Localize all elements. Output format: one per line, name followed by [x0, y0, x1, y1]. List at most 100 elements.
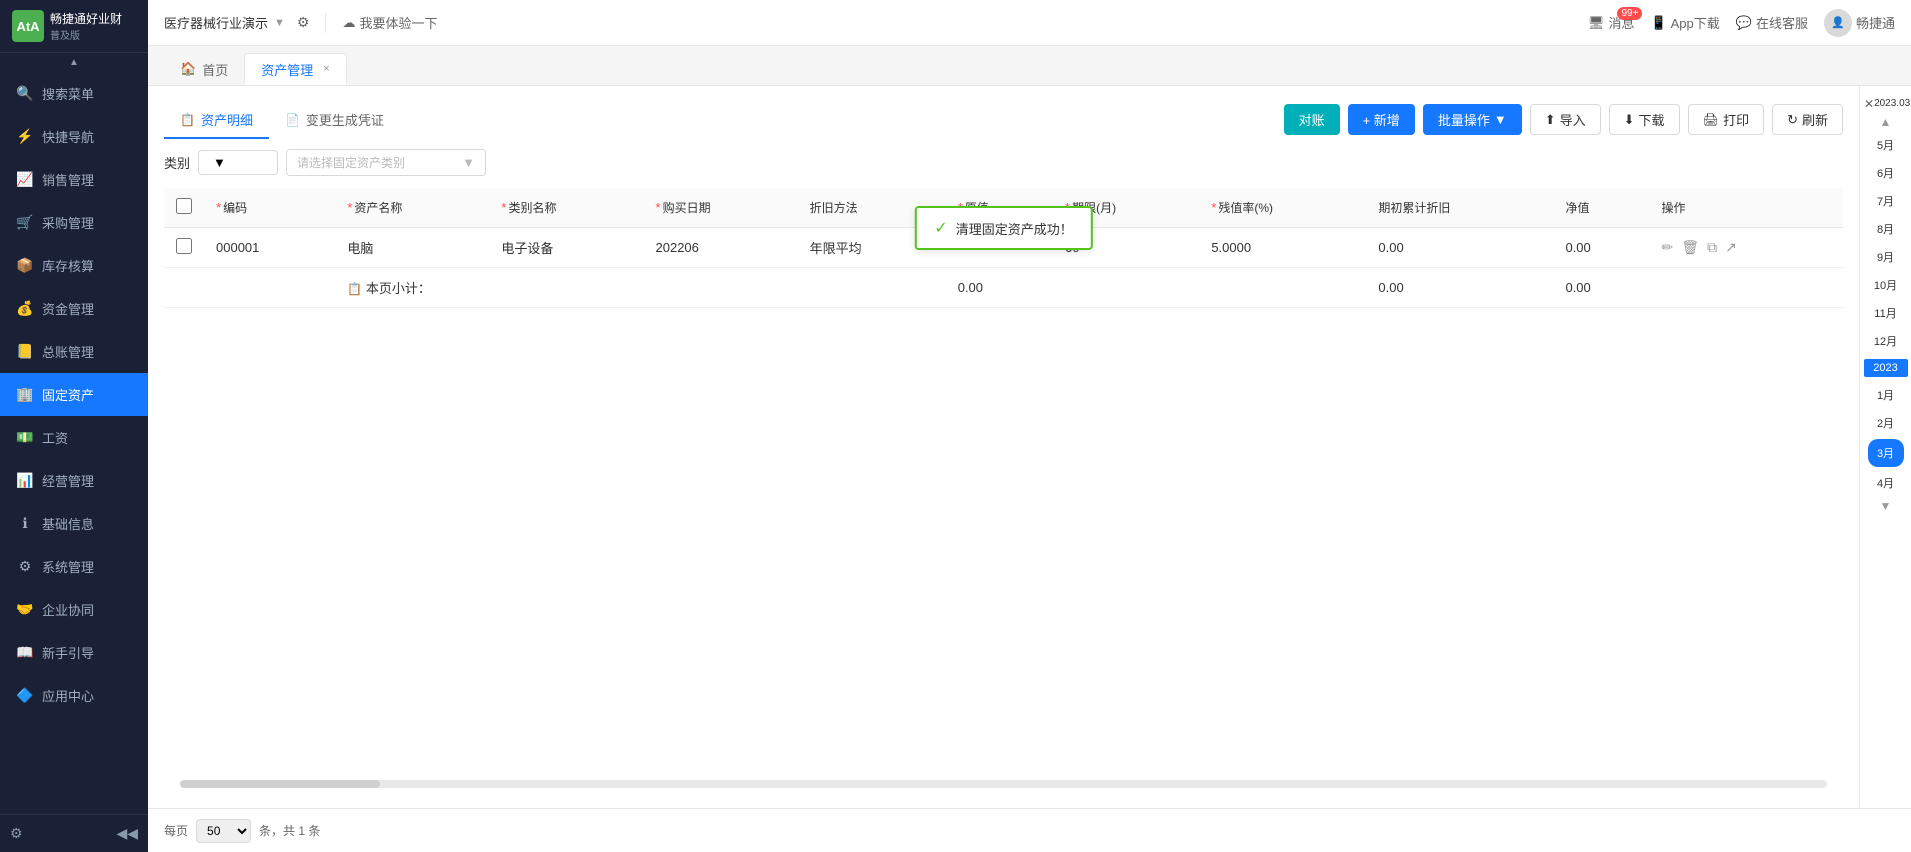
message-button[interactable]: 🖥 消息 99+: [1588, 13, 1635, 32]
subtab-bar: 📋 资产明细 📄 变更生成凭证 对账 + 新增 批量操作: [164, 102, 1843, 137]
bottom-bar: 每页 50 100 200 条，共 1 条: [148, 808, 1911, 852]
month-item-1月[interactable]: 1月: [1864, 381, 1908, 409]
sidebar-item-guide[interactable]: 📖新手引导: [0, 631, 148, 674]
sidebar-item-label: 搜索菜单: [42, 84, 94, 103]
th-code: *编码: [204, 188, 335, 228]
new-button[interactable]: + 新增: [1348, 104, 1415, 135]
row-checkbox-cell: [164, 228, 204, 268]
row-code: 000001: [204, 228, 335, 268]
month-item-2月[interactable]: 2月: [1864, 409, 1908, 437]
sidebar-item-quick-nav[interactable]: ⚡快捷导航: [0, 115, 148, 158]
th-net-value: 净值: [1553, 188, 1649, 228]
month-item-8月[interactable]: 8月: [1864, 215, 1908, 243]
month-item-7月[interactable]: 7月: [1864, 187, 1908, 215]
edit-icon[interactable]: ✏: [1662, 239, 1674, 256]
sidebar-item-payroll[interactable]: 💵工资: [0, 416, 148, 459]
user-menu[interactable]: 👤 畅捷通: [1824, 9, 1895, 37]
month-item-4月[interactable]: 4月: [1864, 469, 1908, 497]
right-panel-close-icon[interactable]: ✕: [1864, 97, 1874, 111]
sidebar-item-app-center[interactable]: 🔷应用中心: [0, 674, 148, 717]
fixed-assets-icon: 🏢: [16, 386, 34, 403]
per-page-label: 每页: [164, 822, 188, 839]
subtab-change-voucher[interactable]: 📄 变更生成凭证: [269, 102, 400, 139]
month-item-5月[interactable]: 5月: [1864, 131, 1908, 159]
th-residual-rate: *残值率(%): [1199, 188, 1366, 228]
company-selector[interactable]: 医疗器械行业演示 ▼: [164, 13, 285, 32]
scrollbar-thumb: [180, 780, 380, 788]
import-button[interactable]: ⬆ 导入: [1530, 104, 1601, 135]
sidebar-item-inventory[interactable]: 📦 库存核算: [0, 244, 148, 287]
per-page-select[interactable]: 50 100 200: [196, 819, 251, 843]
sidebar-item-operations[interactable]: 📊经营管理: [0, 459, 148, 502]
copy-icon[interactable]: ⧉: [1707, 239, 1717, 256]
asset-tab-label: 资产管理: [261, 60, 313, 79]
company-name: 医疗器械行业演示: [164, 13, 268, 32]
category-filter-label: 类别: [164, 153, 190, 172]
sidebar-item-general-ledger[interactable]: 📒总账管理: [0, 330, 148, 373]
sidebar-item-cooperation[interactable]: 🤝企业协同: [0, 588, 148, 631]
subtotal-label-cell: [164, 268, 335, 308]
system-icon: ⚙: [16, 558, 34, 575]
message-badge: 99+: [1617, 7, 1642, 20]
sidebar-item-label: 采购管理: [42, 213, 94, 232]
reconcile-button[interactable]: 对账: [1284, 104, 1340, 135]
import-icon: ⬆: [1545, 112, 1556, 128]
category-type-select[interactable]: 请选择固定资产类别 ▼: [286, 149, 486, 176]
delete-icon[interactable]: 🗑: [1681, 239, 1699, 256]
table-container: *编码 *资产名称 *类别名称 *购买日期 折旧方法 *原值 *期限(月) *残…: [164, 188, 1843, 776]
select-all-checkbox[interactable]: [176, 198, 192, 214]
subtab-asset-detail[interactable]: 📋 资产明细: [164, 102, 269, 139]
right-panel-down-nav[interactable]: ▼: [1880, 497, 1892, 515]
total-label: 条，共 1 条: [259, 822, 320, 839]
sidebar-item-label: 企业协同: [42, 600, 94, 619]
month-item-12月[interactable]: 12月: [1864, 327, 1908, 355]
online-service-button[interactable]: 💬 在线客服: [1736, 13, 1808, 32]
sidebar-item-purchase[interactable]: 🛒采购管理: [0, 201, 148, 244]
horizontal-scrollbar[interactable]: [180, 780, 1827, 788]
service-icon: 💬: [1736, 15, 1752, 31]
toast-message: 清理固定资产成功！: [956, 219, 1073, 238]
tab-asset-management[interactable]: 资产管理 ×: [244, 53, 346, 85]
row-net-value: 0.00: [1553, 228, 1649, 268]
download-button[interactable]: ⬇ 下载: [1609, 104, 1680, 135]
month-item-6月[interactable]: 6月: [1864, 159, 1908, 187]
toolbar: 对账 + 新增 批量操作 ▼ ⬆ 导入 ⬇ 下载: [1284, 104, 1843, 135]
right-panel-up-nav[interactable]: ▲: [1880, 113, 1892, 131]
app-download-button[interactable]: 📱 App下载: [1650, 13, 1719, 32]
batch-button[interactable]: 批量操作 ▼: [1423, 104, 1522, 135]
sidebar-item-label: 库存核算: [42, 256, 94, 275]
subtotal-actions: [1650, 268, 1843, 308]
tab-home[interactable]: 🏠 首页: [164, 53, 244, 85]
sidebar-item-label: 系统管理: [42, 557, 94, 576]
month-item-3月[interactable]: 3月: [1868, 439, 1904, 467]
experience-text: 我要体验一下: [359, 13, 437, 32]
sidebar-item-system[interactable]: ⚙ 系统管理: [0, 545, 148, 588]
main-area: 医疗器械行业演示 ▼ ⚙ ☁ 我要体验一下 🖥 消息 99+ 📱 App下载 💬…: [148, 0, 1911, 852]
sidebar-item-fixed-assets[interactable]: 🏢固定资产: [0, 373, 148, 416]
row-checkbox-0[interactable]: [176, 238, 192, 254]
more-icon[interactable]: ↗: [1725, 239, 1737, 256]
experience-link[interactable]: ☁ 我要体验一下: [342, 13, 437, 32]
print-button[interactable]: 🖨 打印: [1688, 104, 1765, 135]
tabbar: 🏠 首页 资产管理 ×: [148, 46, 1911, 86]
company-settings-icon[interactable]: ⚙: [297, 14, 310, 31]
collapse-icon[interactable]: ◀◀: [116, 825, 138, 842]
content-main: 📋 资产明细 📄 变更生成凭证 对账 + 新增 批量操作: [148, 86, 1859, 808]
sidebar-item-search[interactable]: 🔍搜索菜单: [0, 72, 148, 115]
settings-icon[interactable]: ⚙: [10, 825, 23, 842]
toast-success-icon: ✓: [934, 218, 947, 238]
sidebar-item-sales[interactable]: 📈销售管理: [0, 158, 148, 201]
month-item-10月[interactable]: 10月: [1864, 271, 1908, 299]
category-select[interactable]: ▼: [198, 150, 278, 175]
asset-detail-label: 资产明细: [201, 110, 253, 129]
username-label: 畅捷通: [1856, 13, 1895, 32]
sidebar-item-basic-info[interactable]: ℹ基础信息: [0, 502, 148, 545]
tab-close-icon[interactable]: ×: [323, 63, 329, 75]
row-purchase-date: 202206: [644, 228, 798, 268]
refresh-button[interactable]: ↻ 刷新: [1772, 104, 1843, 135]
sidebar-item-funds[interactable]: 💰资金管理: [0, 287, 148, 330]
sidebar-scroll-up[interactable]: ▲: [0, 53, 148, 72]
inventory-icon: 📦: [16, 257, 34, 274]
month-item-11月[interactable]: 11月: [1864, 299, 1908, 327]
month-item-9月[interactable]: 9月: [1864, 243, 1908, 271]
